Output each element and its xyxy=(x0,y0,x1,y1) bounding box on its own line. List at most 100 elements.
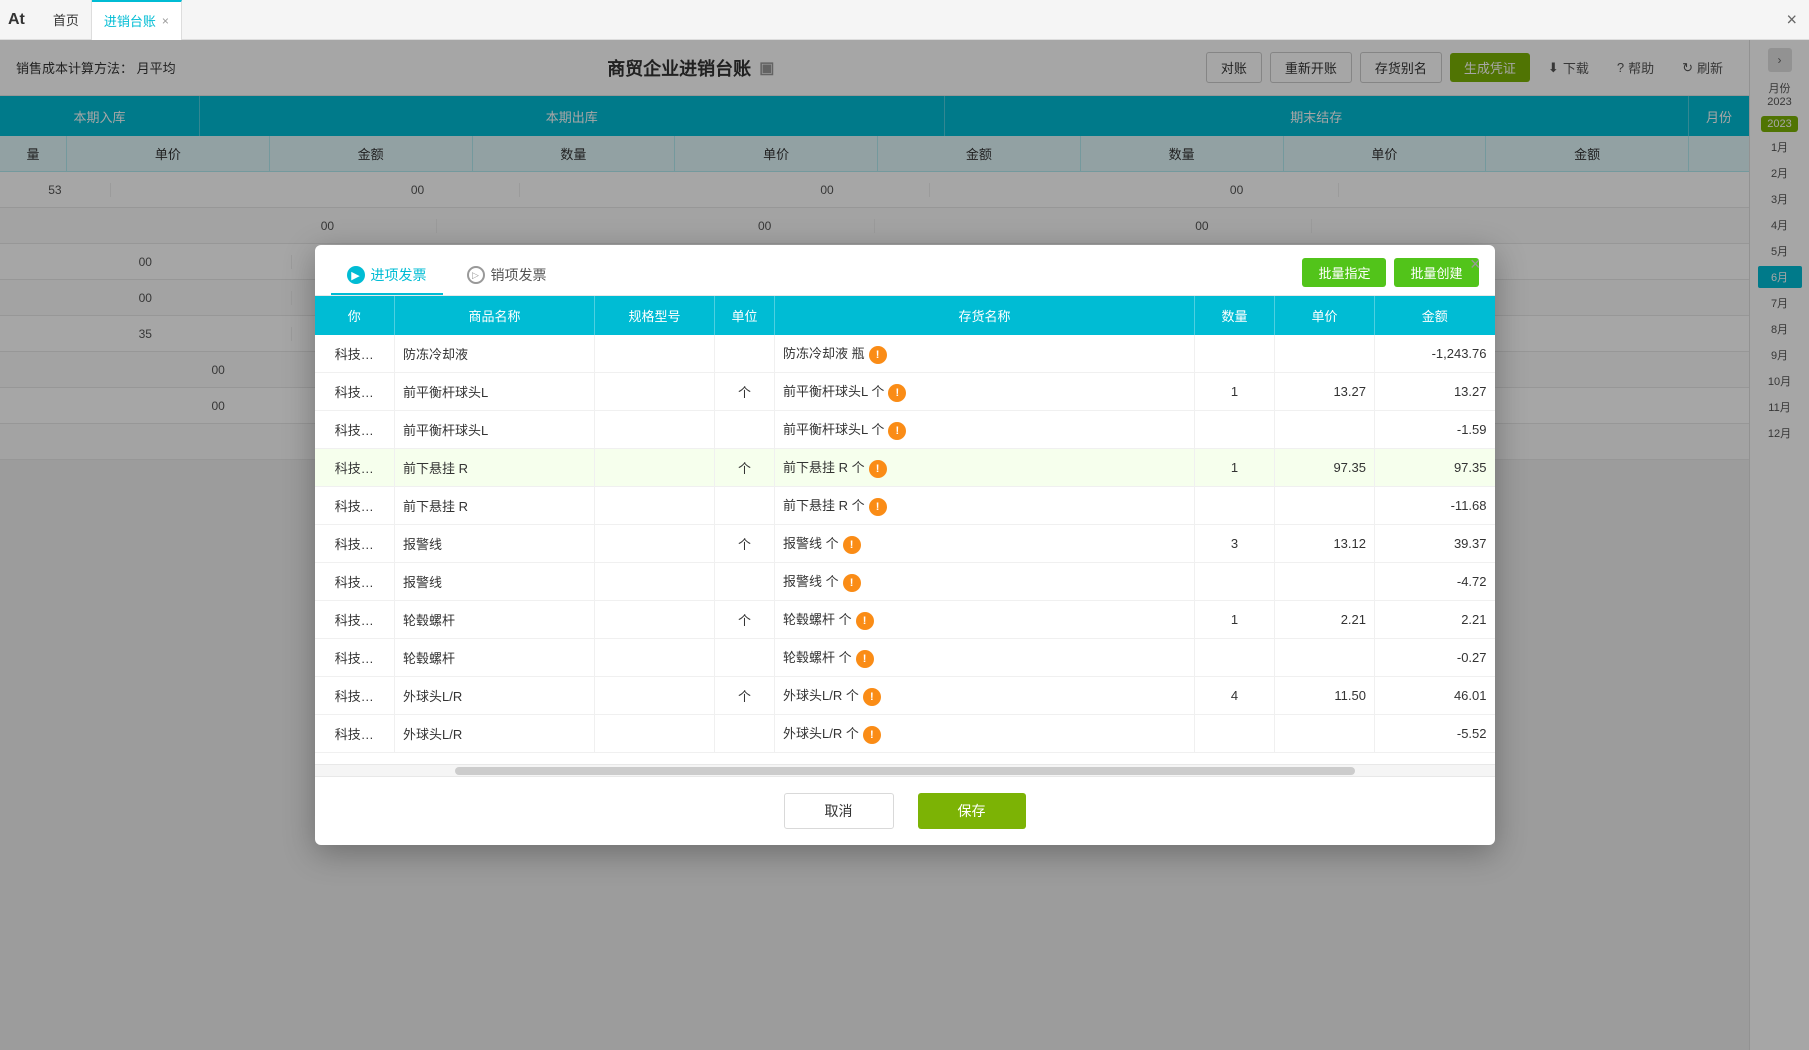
warning-icon: ! xyxy=(863,726,881,744)
cell-product-name: 前下悬挂 R xyxy=(395,449,595,487)
batch-assign-button[interactable]: 批量指定 xyxy=(1302,258,1386,287)
cell-product-name: 前平衡杆球头L xyxy=(395,373,595,411)
cell-unit xyxy=(715,639,775,677)
table-row: 科技… 外球头L/R 外球头L/R 个! -5.52 xyxy=(315,715,1495,753)
modal-close-button[interactable]: × xyxy=(1470,255,1481,273)
cell-unit xyxy=(715,335,775,373)
cell-stock-name: 前下悬挂 R 个! xyxy=(775,449,1195,487)
cell-product-name: 报警线 xyxy=(395,563,595,601)
cell-amount: -1,243.76 xyxy=(1375,335,1495,373)
warning-icon: ! xyxy=(856,650,874,668)
cell-quantity: 4 xyxy=(1195,677,1275,715)
cell-id: 科技… xyxy=(315,373,395,411)
cell-id: 科技… xyxy=(315,563,395,601)
cell-unit-price: 97.35 xyxy=(1275,449,1375,487)
logo: At xyxy=(8,11,25,29)
col-amount: 金额 xyxy=(1375,296,1495,335)
cell-unit: 个 xyxy=(715,373,775,411)
cell-unit: 个 xyxy=(715,449,775,487)
cell-unit-price: 13.12 xyxy=(1275,525,1375,563)
col-spec: 规格型号 xyxy=(595,296,715,335)
cell-amount: -4.72 xyxy=(1375,563,1495,601)
cell-unit-price xyxy=(1275,411,1375,449)
tab-ledger-label: 进销台账 xyxy=(104,11,156,30)
cell-product-name: 轮毂螺杆 xyxy=(395,639,595,677)
cell-stock-name: 轮毂螺杆 个! xyxy=(775,601,1195,639)
cell-id: 科技… xyxy=(315,487,395,525)
cell-spec xyxy=(595,373,715,411)
cell-id: 科技… xyxy=(315,525,395,563)
cell-stock-name: 报警线 个! xyxy=(775,563,1195,601)
col-product-name: 商品名称 xyxy=(395,296,595,335)
modal-footer: 取消 保存 xyxy=(315,776,1495,845)
col-stock-name: 存货名称 xyxy=(775,296,1195,335)
cell-unit: 个 xyxy=(715,601,775,639)
cell-stock-name: 外球头L/R 个! xyxy=(775,677,1195,715)
cell-quantity xyxy=(1195,563,1275,601)
modal-scrollbar-area[interactable] xyxy=(315,764,1495,776)
table-row: 科技… 前平衡杆球头L 个 前平衡杆球头L 个! 1 13.27 13.27 xyxy=(315,373,1495,411)
cell-unit xyxy=(715,411,775,449)
cell-id: 科技… xyxy=(315,715,395,753)
tab-ledger[interactable]: 进销台账 × xyxy=(92,0,182,40)
cell-unit-price xyxy=(1275,715,1375,753)
batch-create-button[interactable]: 批量创建 xyxy=(1394,258,1478,287)
cell-amount: -0.27 xyxy=(1375,639,1495,677)
table-row: 科技… 前下悬挂 R 个 前下悬挂 R 个! 1 97.35 97.35 xyxy=(315,449,1495,487)
tab-home[interactable]: 首页 xyxy=(41,0,92,40)
warning-icon: ! xyxy=(869,498,887,516)
cell-product-name: 前平衡杆球头L xyxy=(395,411,595,449)
cell-amount: -1.59 xyxy=(1375,411,1495,449)
cell-unit xyxy=(715,487,775,525)
cell-unit-price xyxy=(1275,335,1375,373)
save-button[interactable]: 保存 xyxy=(918,793,1026,829)
cell-spec xyxy=(595,411,715,449)
table-row: 科技… 轮毂螺杆 个 轮毂螺杆 个! 1 2.21 2.21 xyxy=(315,601,1495,639)
cell-unit xyxy=(715,563,775,601)
cell-id: 科技… xyxy=(315,639,395,677)
sales-invoice-icon: ▷ xyxy=(467,266,485,284)
modal-header: ▶ 进项发票 ▷ 销项发票 批量指定 批量创建 × xyxy=(315,245,1495,296)
table-row: 科技… 轮毂螺杆 轮毂螺杆 个! -0.27 xyxy=(315,639,1495,677)
cell-amount: 2.21 xyxy=(1375,601,1495,639)
modal-actions: 批量指定 批量创建 xyxy=(1302,258,1478,295)
tab-ledger-close[interactable]: × xyxy=(162,14,169,28)
warning-icon: ! xyxy=(869,346,887,364)
invoice-modal: ▶ 进项发票 ▷ 销项发票 批量指定 批量创建 × 你 xyxy=(315,245,1495,845)
cell-amount: 46.01 xyxy=(1375,677,1495,715)
tab-purchase-invoice-label: 进项发票 xyxy=(371,265,427,285)
cell-stock-name: 前平衡杆球头L 个! xyxy=(775,411,1195,449)
table-row: 科技… 报警线 报警线 个! -4.72 xyxy=(315,563,1495,601)
window-close-button[interactable]: × xyxy=(1786,9,1797,30)
cell-amount: -11.68 xyxy=(1375,487,1495,525)
col-unit-price: 单价 xyxy=(1275,296,1375,335)
invoice-table: 你 商品名称 规格型号 单位 存货名称 数量 单价 金额 科技… 防冻冷却液 xyxy=(315,296,1495,753)
tab-sales-invoice[interactable]: ▷ 销项发票 xyxy=(451,257,563,295)
cell-quantity: 1 xyxy=(1195,449,1275,487)
cell-quantity: 1 xyxy=(1195,373,1275,411)
tab-sales-invoice-label: 销项发票 xyxy=(491,265,547,285)
cell-unit-price: 13.27 xyxy=(1275,373,1375,411)
cell-unit-price xyxy=(1275,487,1375,525)
cell-product-name: 防冻冷却液 xyxy=(395,335,595,373)
cell-id: 科技… xyxy=(315,601,395,639)
table-row: 科技… 报警线 个 报警线 个! 3 13.12 39.37 xyxy=(315,525,1495,563)
cell-spec xyxy=(595,563,715,601)
cell-quantity xyxy=(1195,411,1275,449)
table-header-row: 你 商品名称 规格型号 单位 存货名称 数量 单价 金额 xyxy=(315,296,1495,335)
cell-quantity xyxy=(1195,335,1275,373)
warning-icon: ! xyxy=(888,422,906,440)
col-unit: 单位 xyxy=(715,296,775,335)
cell-quantity: 3 xyxy=(1195,525,1275,563)
tab-home-label: 首页 xyxy=(53,10,79,29)
cancel-button[interactable]: 取消 xyxy=(784,793,894,829)
modal-body: 你 商品名称 规格型号 单位 存货名称 数量 单价 金额 科技… 防冻冷却液 xyxy=(315,296,1495,764)
cell-id: 科技… xyxy=(315,335,395,373)
cell-unit-price: 2.21 xyxy=(1275,601,1375,639)
cell-id: 科技… xyxy=(315,677,395,715)
cell-quantity xyxy=(1195,639,1275,677)
cell-id: 科技… xyxy=(315,411,395,449)
tab-purchase-invoice[interactable]: ▶ 进项发票 xyxy=(331,257,443,295)
cell-product-name: 轮毂螺杆 xyxy=(395,601,595,639)
cell-quantity xyxy=(1195,715,1275,753)
